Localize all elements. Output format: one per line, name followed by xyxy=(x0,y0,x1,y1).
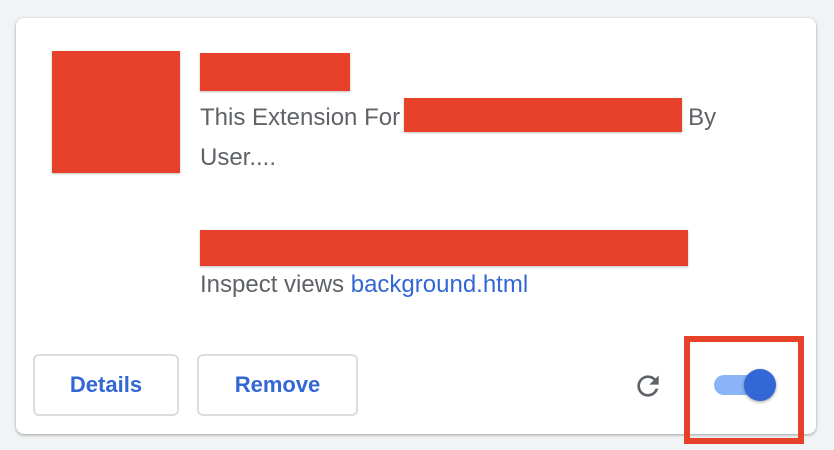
extension-card: This Extension For By User.... Inspect vi… xyxy=(16,18,816,444)
inspect-views: Inspect views background.html xyxy=(200,268,528,302)
extension-id-redacted xyxy=(200,230,688,266)
details-button[interactable]: Details xyxy=(33,354,179,416)
reload-icon[interactable] xyxy=(632,370,664,402)
extension-icon-redacted xyxy=(52,51,180,173)
remove-button[interactable]: Remove xyxy=(197,354,358,416)
reload-icon-svg xyxy=(637,375,659,397)
description-suffix: User.... xyxy=(200,144,277,171)
extension-description: This Extension For By User.... xyxy=(200,98,760,178)
toggle-knob xyxy=(744,369,776,401)
background-page-link[interactable]: background.html xyxy=(351,271,528,298)
extension-name-redacted xyxy=(200,53,350,91)
inspect-views-label: Inspect views xyxy=(200,271,345,298)
description-prefix: This Extension For xyxy=(200,104,401,131)
extension-enable-toggle[interactable] xyxy=(714,368,776,402)
description-mid: By xyxy=(688,104,717,131)
description-redacted xyxy=(404,98,683,132)
